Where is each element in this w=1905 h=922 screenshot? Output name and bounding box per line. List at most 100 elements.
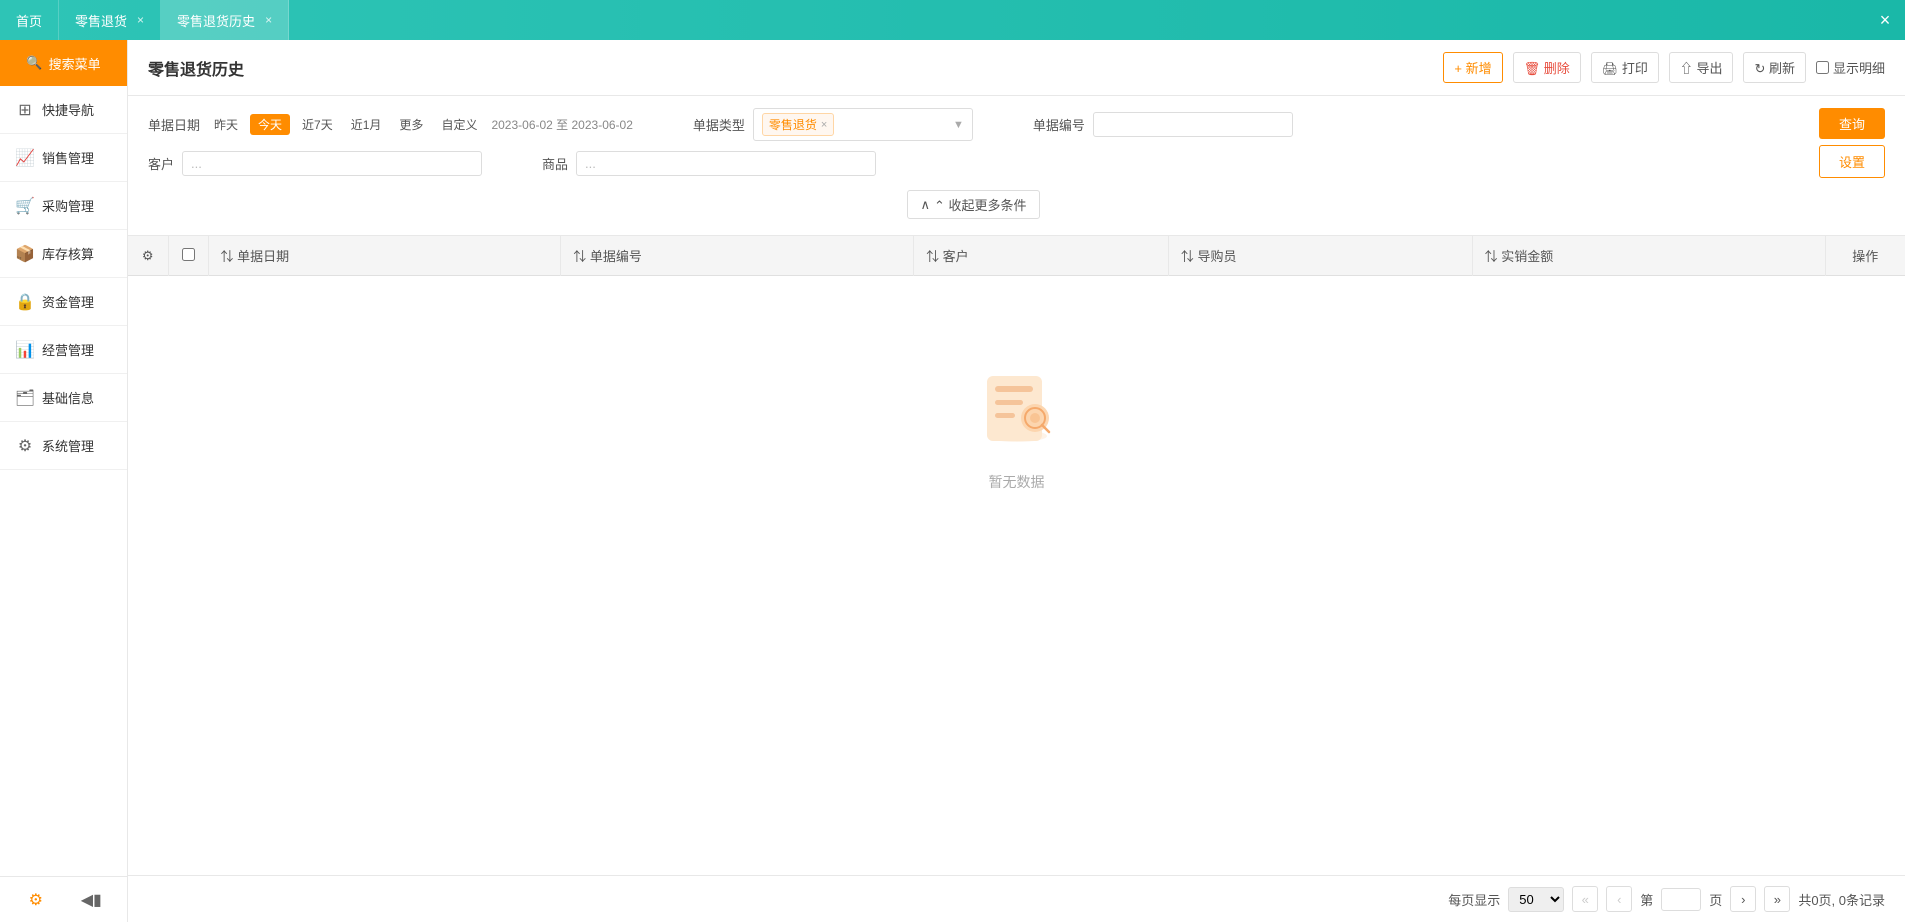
sidebar: 🔍 搜索菜单 ⊞快捷导航📈销售管理🛒采购管理📦库存核算 🔒 资金管理 📊 经营管理 🗂 基础… — [0, 40, 128, 922]
sort-amount[interactable]: ⇅ 实销金额 — [1485, 246, 1813, 265]
th-customer-label: ⇅ 客户 — [926, 246, 969, 265]
date-filter: 单据日期 昨天今天近7天近1月更多自定义 2023-06-02 至 2023-0… — [148, 114, 633, 135]
next-page-button[interactable]: › — [1730, 886, 1756, 912]
data-table: ⚙ ⇅ 单据日期 ⇅ 单据编号 — [128, 236, 1905, 276]
main-layout: 🔍 搜索菜单 ⊞快捷导航📈销售管理🛒采购管理📦库存核算 🔒 资金管理 📊 经营管理 🗂 基础… — [0, 40, 1905, 922]
customer-placeholder: ... — [191, 156, 202, 171]
tab-首页[interactable]: 首页 — [0, 0, 59, 40]
th-bill-no: ⇅ 单据编号 — [561, 236, 914, 276]
date-btn-更多[interactable]: 更多 — [393, 114, 429, 135]
goods-input[interactable]: ... — [576, 151, 876, 176]
print-button[interactable]: 🖨 打印 — [1591, 52, 1659, 83]
refresh-button[interactable]: ↻ 刷新 — [1743, 52, 1806, 83]
th-bill-no-label: ⇅ 单据编号 — [573, 246, 642, 265]
page-size-select[interactable]: 50 10 20 100 — [1508, 887, 1564, 912]
page-size-label: 每页显示 — [1448, 890, 1500, 909]
page-label: 第 — [1640, 890, 1653, 909]
nav-label: 基础信息 — [42, 388, 94, 407]
last-page-button[interactable]: » — [1764, 886, 1790, 912]
sidebar-item-经营管理[interactable]: 📊 经营管理 — [0, 326, 127, 374]
tab-close-零售退货历史[interactable]: × — [265, 13, 272, 27]
nav-icon-资金管理: 🔒 — [16, 293, 34, 311]
first-page-button[interactable]: « — [1572, 886, 1598, 912]
show-detail-toggle[interactable]: 显示明细 — [1816, 58, 1885, 77]
filter-row-1: 单据日期 昨天今天近7天近1月更多自定义 2023-06-02 至 2023-0… — [148, 108, 1799, 141]
sidebar-item-采购管理[interactable]: 🛒采购管理 — [0, 182, 127, 230]
empty-state: 暂无数据 — [128, 276, 1905, 572]
sidebar-search-label: 搜索菜单 — [49, 54, 101, 73]
bill-no-input[interactable] — [1093, 112, 1293, 137]
nav-label: 资金管理 — [42, 292, 94, 311]
date-btn-昨天[interactable]: 昨天 — [208, 114, 244, 135]
pagination-bar: 每页显示 50 10 20 100 « ‹ 第 1 页 › » 共0页, 0条记… — [128, 875, 1905, 922]
search-icon: 🔍 — [26, 55, 42, 71]
sidebar-item-销售管理[interactable]: 📈销售管理 — [0, 134, 127, 182]
th-guide-label: ⇅ 导购员 — [1181, 246, 1237, 265]
table-settings-icon[interactable]: ⚙ — [142, 248, 154, 263]
sort-guide[interactable]: ⇅ 导购员 — [1181, 246, 1460, 265]
nav-label: 经营管理 — [42, 340, 94, 359]
goods-filter: 商品 ... — [542, 151, 876, 176]
bill-type-label: 单据类型 — [693, 115, 745, 134]
tab-close-零售退货[interactable]: × — [137, 13, 144, 27]
sidebar-item-资金管理[interactable]: 🔒 资金管理 — [0, 278, 127, 326]
th-date-label: ⇅ 单据日期 — [221, 246, 290, 265]
bill-no-label: 单据编号 — [1033, 115, 1085, 134]
goods-label: 商品 — [542, 154, 568, 173]
sidebar-search[interactable]: 🔍 搜索菜单 — [0, 40, 127, 86]
show-detail-label: 显示明细 — [1833, 58, 1885, 77]
date-btn-自定义[interactable]: 自定义 — [435, 114, 483, 135]
sidebar-item-系统管理[interactable]: ⚙系统管理 — [0, 422, 127, 470]
add-button[interactable]: + 新增 — [1443, 52, 1502, 83]
bill-type-close[interactable]: × — [821, 119, 827, 131]
customer-input[interactable]: ... — [182, 151, 482, 176]
show-detail-checkbox[interactable] — [1816, 61, 1829, 74]
nav-icon-基础信息: 🗂 — [16, 389, 34, 407]
tab-零售退货历史[interactable]: 零售退货历史× — [161, 0, 289, 40]
th-guide: ⇅ 导购员 — [1168, 236, 1472, 276]
query-button[interactable]: 查询 — [1819, 108, 1885, 139]
delete-button[interactable]: 🗑 删除 — [1513, 52, 1581, 83]
page-header: 零售退货历史 + 新增 🗑 删除 🖨 打印 ⇧ 导出 ↻ 刷新 显示明细 — [128, 40, 1905, 96]
sort-customer[interactable]: ⇅ 客户 — [926, 246, 1156, 265]
prev-page-button[interactable]: ‹ — [1606, 886, 1632, 912]
nav-label: 销售管理 — [42, 148, 94, 167]
chevron-down-icon: ▼ — [953, 119, 964, 131]
bill-type-select[interactable]: 零售退货 × ▼ — [753, 108, 973, 141]
sidebar-item-基础信息[interactable]: 🗂 基础信息 — [0, 374, 127, 422]
date-label: 单据日期 — [148, 115, 200, 134]
sidebar-bottom: ⚙ ◀▮ — [0, 876, 127, 922]
date-btn-近1月[interactable]: 近1月 — [345, 114, 388, 135]
table-header-row: ⚙ ⇅ 单据日期 ⇅ 单据编号 — [128, 236, 1905, 276]
sidebar-item-快捷导航[interactable]: ⊞快捷导航 — [0, 86, 127, 134]
sound-button[interactable]: ◀▮ — [73, 882, 109, 918]
export-button[interactable]: ⇧ 导出 — [1669, 52, 1734, 83]
tab-零售退货[interactable]: 零售退货× — [59, 0, 161, 40]
table-container: ⚙ ⇅ 单据日期 ⇅ 单据编号 — [128, 236, 1905, 875]
bill-type-filter: 单据类型 零售退货 × ▼ — [693, 108, 973, 141]
customer-label: 客户 — [148, 154, 174, 173]
date-range: 2023-06-02 至 2023-06-02 — [491, 116, 632, 133]
th-checkbox — [168, 236, 208, 276]
nav-label: 系统管理 — [42, 436, 94, 455]
nav-icon-快捷导航: ⊞ — [16, 101, 34, 119]
date-btn-近7天[interactable]: 近7天 — [296, 114, 339, 135]
select-all-checkbox[interactable] — [182, 248, 195, 261]
settings-button[interactable]: ⚙ — [18, 882, 54, 918]
sort-bill-no[interactable]: ⇅ 单据编号 — [573, 246, 901, 265]
nav-icon-库存核算: 📦 — [16, 245, 34, 263]
total-label: 共0页, 0条记录 — [1798, 890, 1885, 909]
customer-filter: 客户 ... — [148, 151, 482, 176]
tab-list: 首页零售退货×零售退货历史× — [0, 0, 1865, 40]
th-settings: ⚙ — [128, 236, 168, 276]
nav-icon-经营管理: 📊 — [16, 341, 34, 359]
page-number-input[interactable]: 1 — [1661, 888, 1701, 911]
window-close-button[interactable]: × — [1865, 0, 1905, 40]
collapse-filter-button[interactable]: ∧ ⌃ 收起更多条件 — [907, 190, 1039, 219]
date-btn-今天[interactable]: 今天 — [250, 114, 290, 135]
page-unit: 页 — [1709, 890, 1722, 909]
sort-date[interactable]: ⇅ 单据日期 — [221, 246, 549, 265]
sidebar-item-库存核算[interactable]: 📦库存核算 — [0, 230, 127, 278]
filter-settings-button[interactable]: 设置 — [1819, 145, 1885, 178]
page-title: 零售退货历史 — [148, 56, 244, 80]
